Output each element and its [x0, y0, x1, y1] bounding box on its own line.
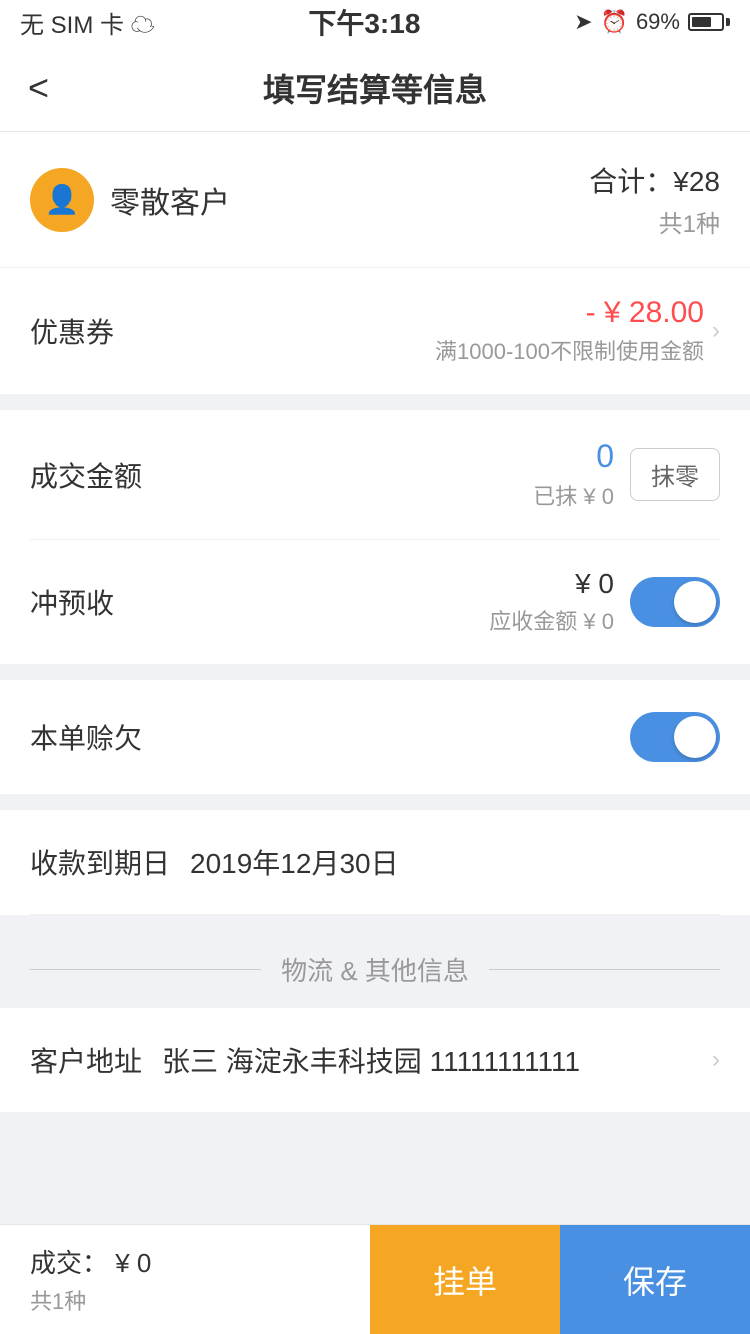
- customer-section: 👤 零散客户 合计：¥28 共1种 优惠券 - ¥ 28.00 满1000-10…: [0, 132, 750, 394]
- customer-right: 合计：¥28 共1种: [589, 160, 720, 239]
- coupon-row[interactable]: 优惠券 - ¥ 28.00 满1000-100不限制使用金额 ›: [0, 267, 750, 394]
- coupon-desc: 满1000-100不限制使用金额: [435, 334, 704, 366]
- bottom-deal: 成交： ¥ 0: [30, 1243, 340, 1280]
- bottom-info: 成交： ¥ 0 共1种: [0, 1243, 370, 1316]
- debt-toggle-knob: [674, 716, 716, 758]
- divider-line-right: [489, 969, 720, 970]
- bottom-bar: 成交： ¥ 0 共1种 挂单 保存: [0, 1224, 750, 1334]
- due-date-label: 收款到期日: [30, 842, 170, 882]
- hold-button[interactable]: 挂单: [370, 1225, 560, 1334]
- alarm-icon: ⏰: [601, 9, 628, 35]
- content: 👤 零散客户 合计：¥28 共1种 优惠券 - ¥ 28.00 满1000-10…: [0, 132, 750, 1232]
- status-bar: 无 SIM 卡 ☁ 下午3:18 ➤ ⏰ 69%: [0, 0, 750, 44]
- coupon-amount-col: - ¥ 28.00 满1000-100不限制使用金额: [435, 296, 704, 366]
- address-chevron-icon: ›: [712, 1046, 720, 1074]
- pre-sub: 应收金额 ¥ 0: [489, 604, 614, 636]
- address-label: 客户地址: [30, 1040, 142, 1080]
- transaction-label: 成交金额: [30, 455, 142, 495]
- status-left: 无 SIM 卡 ☁: [20, 5, 155, 40]
- logistics-label: 物流 & 其他信息: [281, 951, 469, 988]
- due-date-section: 收款到期日 2019年12月30日: [0, 810, 750, 915]
- deal-label: 成交：: [30, 1248, 108, 1278]
- customer-row: 👤 零散客户 合计：¥28 共1种: [0, 132, 750, 267]
- nav-bar: < 填写结算等信息: [0, 44, 750, 132]
- address-section: 客户地址 张三 海淀永丰科技园 11111111111 ›: [0, 1008, 750, 1112]
- transaction-section: 成交金额 已抹 ¥ 0 抹零 冲预收 ¥ 0 应收金额 ¥ 0: [0, 410, 750, 664]
- transaction-row: 成交金额 已抹 ¥ 0 抹零: [30, 410, 720, 540]
- round-button[interactable]: 抹零: [630, 448, 720, 501]
- debt-label: 本单赊欠: [30, 717, 142, 757]
- battery-percent: 69%: [636, 9, 680, 35]
- due-date-row[interactable]: 收款到期日 2019年12月30日: [30, 810, 720, 915]
- status-time: 下午3:18: [308, 2, 420, 42]
- total-amount: 合计：¥28: [589, 160, 720, 200]
- debt-section: 本单赊欠: [0, 680, 750, 794]
- address-row[interactable]: 客户地址 张三 海淀永丰科技园 11111111111 ›: [30, 1008, 720, 1112]
- pre-receive-row: 冲预收 ¥ 0 应收金额 ¥ 0: [30, 540, 720, 664]
- sim-label: 无 SIM 卡 ☁: [20, 5, 155, 40]
- transaction-amount-col: 已抹 ¥ 0: [533, 438, 614, 511]
- pre-right: ¥ 0 应收金额 ¥ 0: [489, 568, 720, 636]
- pre-amount-col: ¥ 0 应收金额 ¥ 0: [489, 568, 614, 636]
- pre-receive-toggle[interactable]: [630, 577, 720, 627]
- address-value: 张三 海淀永丰科技园 11111111111: [162, 1040, 712, 1080]
- pre-amount: ¥ 0: [489, 568, 614, 600]
- bottom-count: 共1种: [30, 1284, 340, 1316]
- debt-row: 本单赊欠: [30, 680, 720, 794]
- back-button[interactable]: <: [28, 67, 49, 109]
- status-right: ➤ ⏰ 69%: [574, 9, 730, 35]
- page-title: 填写结算等信息: [263, 65, 487, 111]
- pre-receive-label: 冲预收: [30, 582, 114, 622]
- avatar-icon: 👤: [45, 183, 80, 216]
- customer-left: 👤 零散客户: [30, 168, 230, 232]
- avatar: 👤: [30, 168, 94, 232]
- coupon-right: - ¥ 28.00 满1000-100不限制使用金额 ›: [435, 296, 720, 366]
- coupon-label: 优惠券: [30, 311, 114, 351]
- due-date-value: 2019年12月30日: [190, 842, 399, 882]
- location-icon: ➤: [574, 9, 592, 35]
- toggle-knob: [674, 581, 716, 623]
- transaction-input[interactable]: [534, 438, 614, 475]
- transaction-sub: 已抹 ¥ 0: [533, 479, 614, 511]
- customer-name: 零散客户: [110, 178, 230, 222]
- battery-icon: [688, 13, 730, 31]
- divider-line-left: [30, 969, 261, 970]
- chevron-right-icon: ›: [712, 317, 720, 345]
- transaction-right: 已抹 ¥ 0 抹零: [533, 438, 720, 511]
- deal-amount: ¥ 0: [115, 1248, 151, 1278]
- debt-toggle[interactable]: [630, 712, 720, 762]
- total-count: 共1种: [589, 204, 720, 239]
- coupon-amount: - ¥ 28.00: [435, 296, 704, 330]
- logistics-divider: 物流 & 其他信息: [0, 931, 750, 1008]
- save-button[interactable]: 保存: [560, 1225, 750, 1334]
